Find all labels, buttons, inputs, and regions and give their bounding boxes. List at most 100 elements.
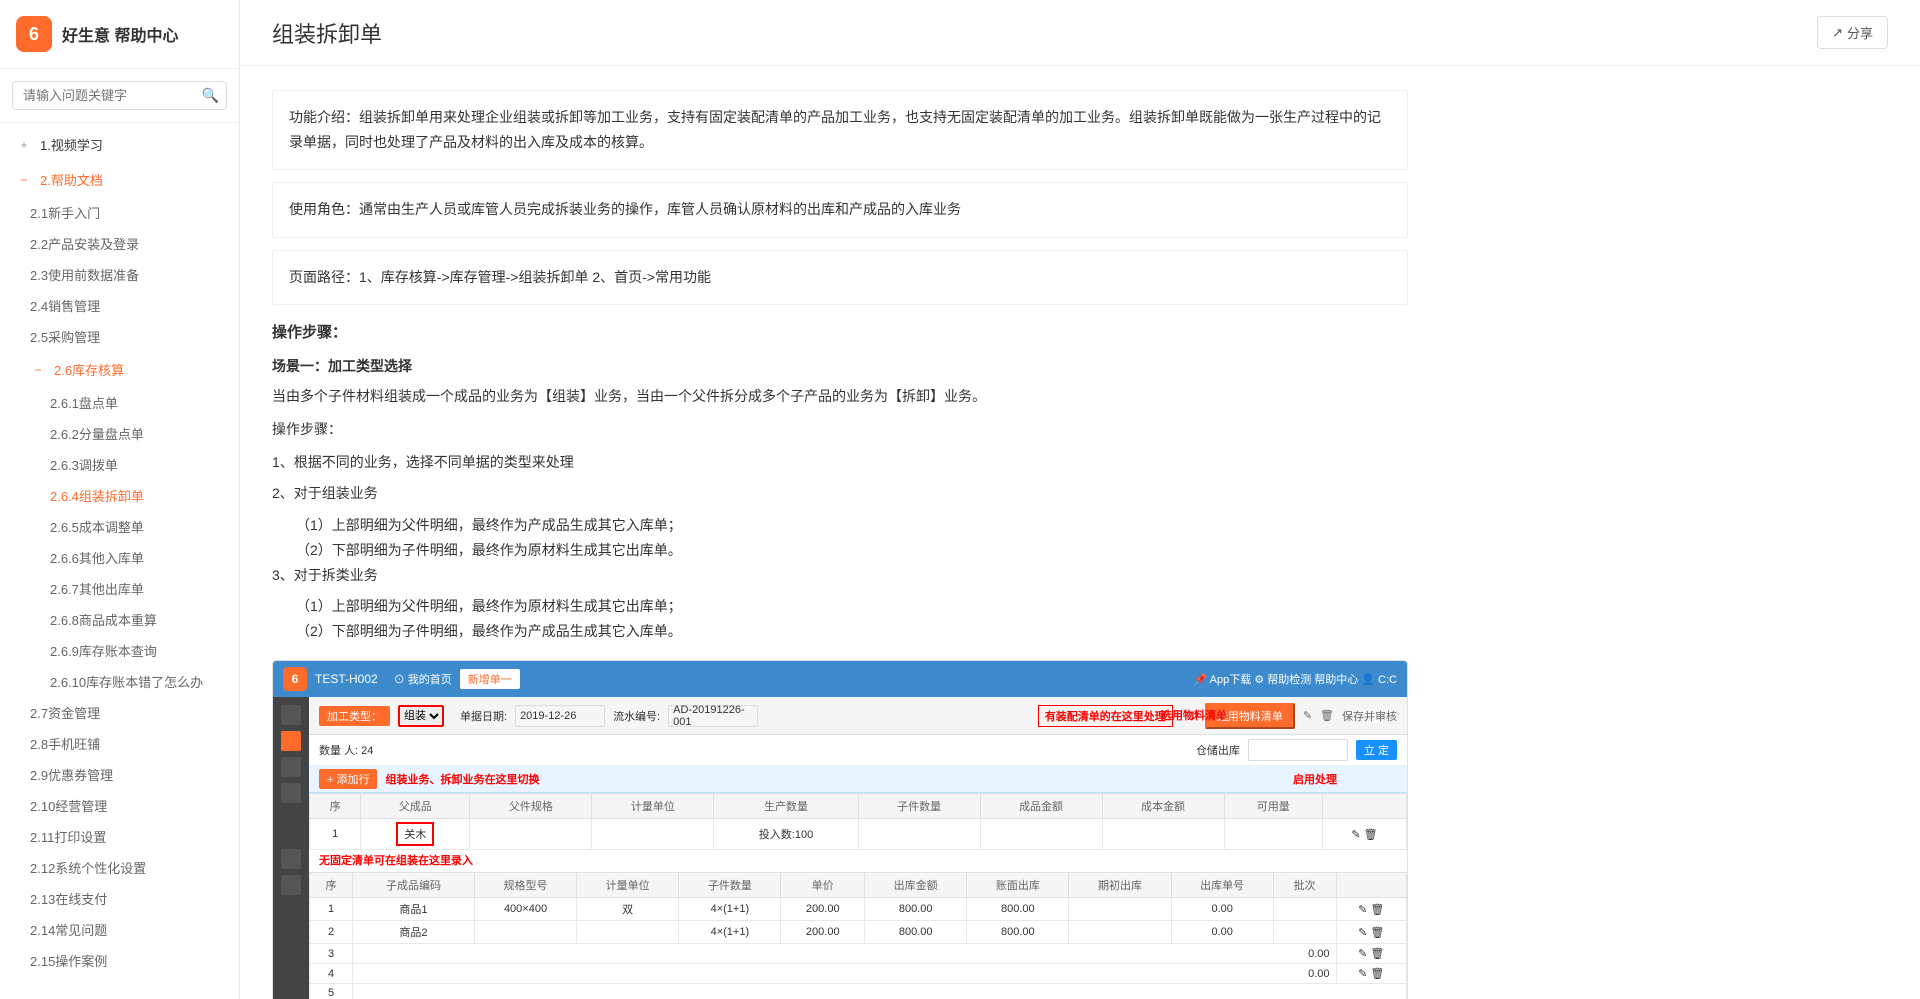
td-l-batch2 <box>1273 921 1336 944</box>
mock-upper-thead: 序 父成品 父件规格 计量单位 生产数量 子件数量 成品金额 成本金额 可用量 <box>310 794 1407 819</box>
function-intro-block: 功能介绍：组装拆卸单用来处理企业组装或拆卸等加工业务，支持有固定装配清单的产品加… <box>272 90 1408 170</box>
search-input[interactable] <box>12 81 227 110</box>
td-l-code: 商品1 <box>353 898 475 921</box>
mock-lower-tbody: 1 商品1 400×400 双 4×(1+1) 200.00 800.00 80… <box>310 898 1407 999</box>
sidebar-item-2-8[interactable]: 2.8手机旺铺 <box>30 728 239 759</box>
step2-2: （2）下部明细为子件明细，最终作为原材料生成其它出库单。 <box>272 538 1408 563</box>
sidebar-item-2-6-9[interactable]: 2.6.9库存账本查询 <box>50 635 239 666</box>
docs-subnav: 2.1新手入门 2.2产品安装及登录 2.3使用前数据准备 2.4销售管理 2.… <box>0 197 239 976</box>
share-button[interactable]: ↗ 分享 <box>1817 16 1888 49</box>
sidebar-item-2-15[interactable]: 2.15操作案例 <box>30 945 239 976</box>
sidebar-item-2-6-label: 2.6库存核算 <box>54 360 124 379</box>
sidebar: 6 好生意 帮助中心 🔍 + 1.视频学习 − 2.帮助文档 2.1新手入门 2… <box>0 0 240 999</box>
path-intro-block: 页面路径：1、库存核算->库存管理->组装拆卸单 2、首页->常用功能 <box>272 250 1408 305</box>
sidebar-item-2-3[interactable]: 2.3使用前数据准备 <box>30 259 239 290</box>
sidebar-item-2-2[interactable]: 2.2产品安装及登录 <box>30 228 239 259</box>
th-l-qty: 子件数量 <box>679 873 781 898</box>
th-l-spec: 规格型号 <box>474 873 576 898</box>
th-child-qty: 子件数量 <box>858 794 980 819</box>
screenshot-inner: 6 TEST-H002 ⊙ 我的首页 新增单一 📌 App下载 ⚙ 帮助检测 帮… <box>273 661 1407 999</box>
sidebar-item-video[interactable]: + 1.视频学习 <box>0 127 239 162</box>
annotation-switch: 组装业务、拆卸业务在这里切换 <box>385 771 539 787</box>
th-l-unit: 计量单位 <box>577 873 679 898</box>
sidebar-item-2-5[interactable]: 2.5采购管理 <box>30 321 239 352</box>
td-l-seq: 1 <box>310 898 353 921</box>
mock-body: 加工类型： 组装 拆卸 单据日期: 2019-12-26 流水编号: AD-20… <box>273 697 1407 999</box>
sidebar-item-2-14[interactable]: 2.14常见问题 <box>30 914 239 945</box>
scene1-desc: 当由多个子件材料组装成一个成品的业务为【组装】业务，当由一个父件拆分成多个子产品… <box>272 384 1408 409</box>
mock-del-icon: 🗑 <box>1320 709 1334 722</box>
sidebar-item-2-6-8[interactable]: 2.6.8商品成本重算 <box>50 604 239 635</box>
sidebar-item-2-7[interactable]: 2.7资金管理 <box>30 697 239 728</box>
sidebar-item-2-9[interactable]: 2.9优惠券管理 <box>30 759 239 790</box>
sidebar-item-2-6-4[interactable]: 2.6.4组装拆卸单 <box>50 480 239 511</box>
annotation-enable: 启用处理 <box>1293 771 1337 787</box>
td-l-book2: 800.00 <box>967 921 1069 944</box>
td-produce: 投入数:100 <box>714 819 858 850</box>
td-l-unit2 <box>577 921 679 944</box>
th-l-book-out: 账面出库 <box>967 873 1069 898</box>
td-l-qty: 4×(1+1) <box>679 898 781 921</box>
th-l-out-amt: 出库金额 <box>865 873 967 898</box>
search-icon: 🔍 <box>202 87 219 104</box>
td-l-unit: 双 <box>577 898 679 921</box>
role-intro-block: 使用角色：通常由生产人员或库管人员完成拆装业务的操作，库管人员确认原材料的出库和… <box>272 182 1408 237</box>
sidebar-item-2-10[interactable]: 2.10经营管理 <box>30 790 239 821</box>
td-unit <box>592 819 714 850</box>
sidebar-item-video-label: 1.视频学习 <box>40 135 103 154</box>
sidebar-item-2-1[interactable]: 2.1新手入门 <box>30 197 239 228</box>
mock-warehouse-input[interactable] <box>1248 739 1348 761</box>
mock-data-count-label: 数量 人: 24 <box>319 742 373 758</box>
steps-label: 操作步骤： <box>272 417 1408 442</box>
sidebar-item-2-11[interactable]: 2.11打印设置 <box>30 821 239 852</box>
mock-nav-icon-4 <box>281 783 301 803</box>
td-l-op2: ✎ 🗑 <box>1336 921 1407 944</box>
mock-active-tab: 新增单一 <box>460 669 520 689</box>
sidebar-item-2-6-10[interactable]: 2.6.10库存账本错了怎么办 <box>50 666 239 697</box>
annotation-no-bom: 无固定清单可在组装在这里录入 <box>309 850 1407 870</box>
sidebar-item-2-6-3[interactable]: 2.6.3调拨单 <box>50 449 239 480</box>
sidebar-item-2-12[interactable]: 2.12系统个性化设置 <box>30 852 239 883</box>
table-row: 4 0.00 ✎ 🗑 <box>310 964 1407 984</box>
td-l-qty2: 4×(1+1) <box>679 921 781 944</box>
mock-process-type-select[interactable]: 组装 拆卸 <box>398 705 444 727</box>
annotation-select-bom: 选用物料清单 <box>1161 707 1227 723</box>
th-ops <box>1322 794 1406 819</box>
sidebar-item-2-6-1[interactable]: 2.6.1盘点单 <box>50 387 239 418</box>
app-logo-icon: 6 <box>16 16 52 52</box>
sidebar-item-2-6-6[interactable]: 2.6.6其他入库单 <box>50 542 239 573</box>
sidebar-subnav-2-6: 2.6.1盘点单 2.6.2分量盘点单 2.6.3调拨单 2.6.4组装拆卸单 … <box>30 387 239 697</box>
mock-confirm-btn[interactable]: 立 定 <box>1356 740 1397 760</box>
mock-save-text: 保存并审核 <box>1342 708 1397 724</box>
td-l-init <box>1069 898 1171 921</box>
content-area: 功能介绍：组装拆卸单用来处理企业组装或拆卸等加工业务，支持有固定装配清单的产品加… <box>240 66 1440 999</box>
td-r4-op: ✎ 🗑 <box>1336 964 1407 984</box>
sidebar-item-2-6-7[interactable]: 2.6.7其他出库单 <box>50 573 239 604</box>
sidebar-item-2-13[interactable]: 2.13在线支付 <box>30 883 239 914</box>
annotation-bom: 有装配清单的在这里处理 <box>1038 705 1173 727</box>
th-l-price: 单价 <box>781 873 865 898</box>
mock-top-icons: 📌 App下载 ⚙ 帮助检测 帮助中心 👤 C:C <box>1194 671 1398 687</box>
td-l-code2: 商品2 <box>353 921 475 944</box>
mock-main-area: 加工类型： 组装 拆卸 单据日期: 2019-12-26 流水编号: AD-20… <box>309 697 1407 999</box>
sidebar-item-2-6-5[interactable]: 2.6.5成本调整单 <box>50 511 239 542</box>
mock-upper-table: 序 父成品 父件规格 计量单位 生产数量 子件数量 成品金额 成本金额 可用量 <box>309 793 1407 850</box>
td-l-out: 800.00 <box>865 898 967 921</box>
mock-lower-table: 序 子成品编码 规格型号 计量单位 子件数量 单价 出库金额 账面出库 期初出库 <box>309 872 1407 999</box>
sidebar-item-2-4[interactable]: 2.4销售管理 <box>30 290 239 321</box>
step2: 2、对于组装业务 <box>272 481 1408 506</box>
td-l-spec2 <box>474 921 576 944</box>
sidebar-item-2-6-2[interactable]: 2.6.2分量盘点单 <box>50 418 239 449</box>
td-op: ✎ 🗑 <box>1322 819 1406 850</box>
td-product-amt <box>980 819 1102 850</box>
app-logo-text: 好生意 帮助中心 <box>62 22 178 46</box>
td-l-price2: 200.00 <box>781 921 865 944</box>
sidebar-item-2-6[interactable]: − 2.6库存核算 <box>30 352 239 387</box>
mock-add-item-btn[interactable]: + 添加行 <box>319 769 377 789</box>
search-box[interactable]: 🔍 <box>0 69 239 123</box>
steps-title: 操作步骤： <box>272 321 1408 342</box>
th-produce-qty: 生产数量 <box>714 794 858 819</box>
sidebar-item-docs[interactable]: − 2.帮助文档 <box>0 162 239 197</box>
th-product-amount: 成品金额 <box>980 794 1102 819</box>
th-l-batch: 批次 <box>1273 873 1336 898</box>
